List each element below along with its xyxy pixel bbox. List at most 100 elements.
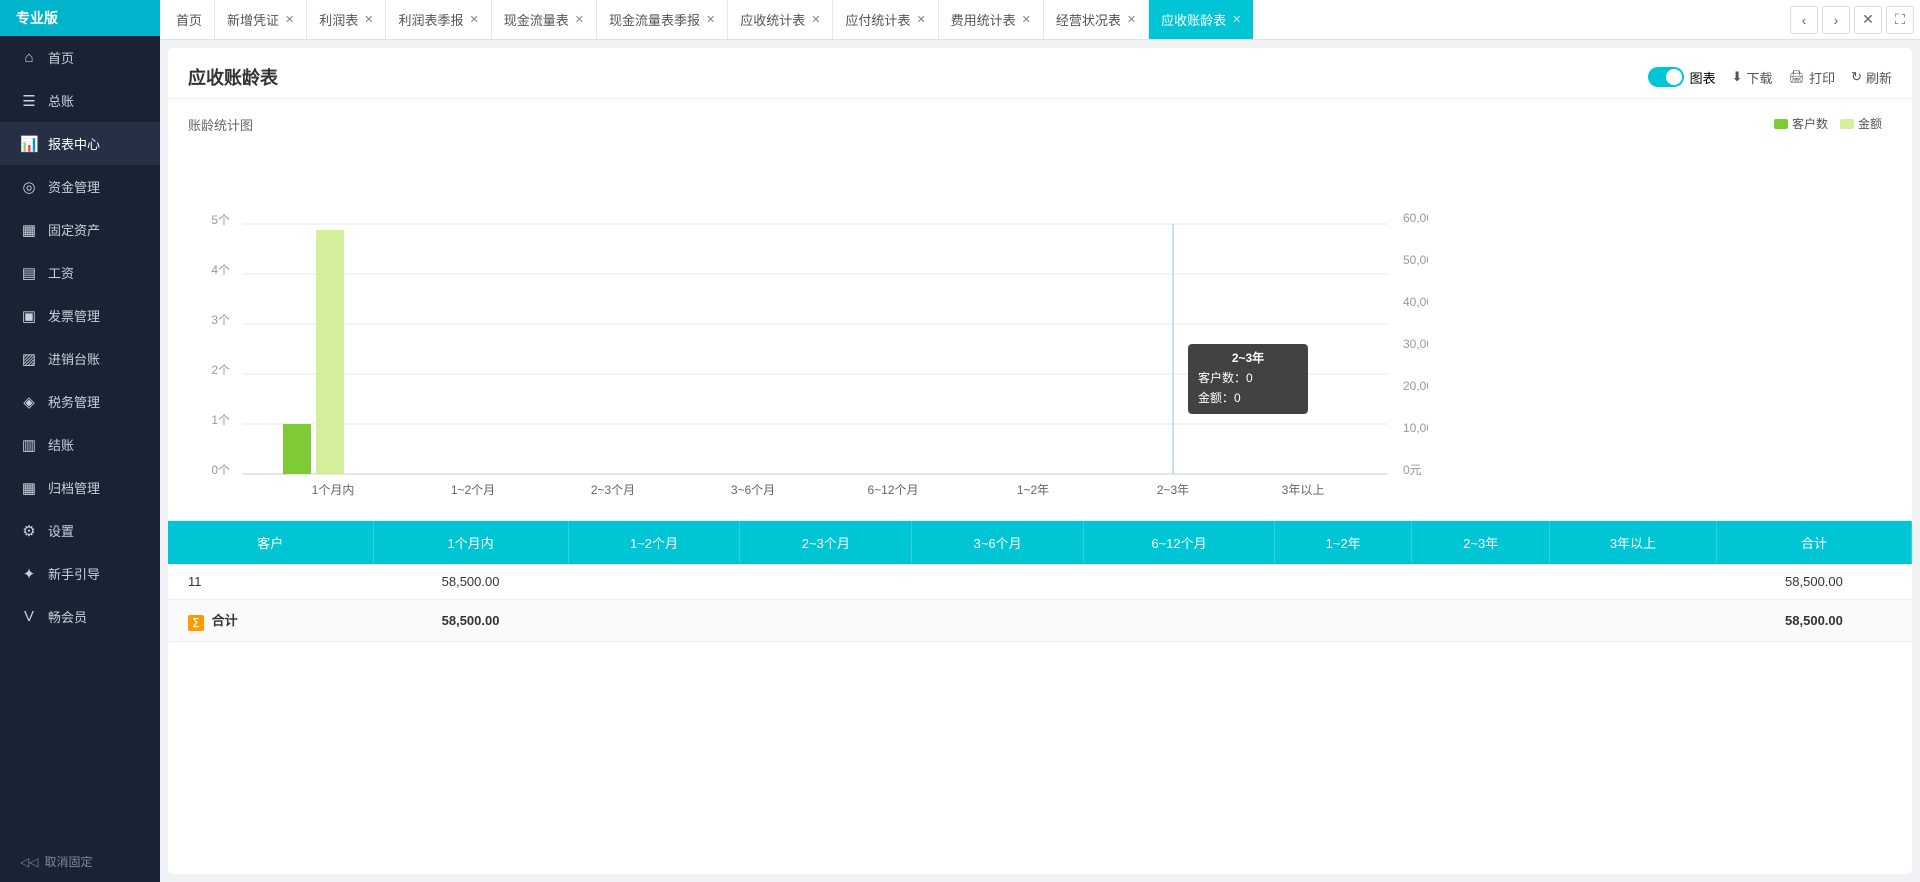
chart-svg: 0个 1个 2个 3个 4个 5个 0元 10,000.00元 20,000.0… [188, 144, 1428, 504]
sidebar-label-tax: 税务管理 [48, 392, 100, 411]
chart-area: 账龄统计图 客户数 金额 0个 1个 2个 3个 4个 [168, 99, 1912, 521]
pin-toggle[interactable]: ◁◁ 取消固定 [0, 841, 160, 882]
chart-title: 账龄统计图 [188, 115, 1892, 134]
tab-voucher[interactable]: 新增凭证 ✕ [215, 0, 307, 40]
home-icon: ⌂ [20, 49, 38, 66]
tab-aging-close[interactable]: ✕ [1232, 13, 1241, 26]
bar-1m-amount [316, 230, 344, 474]
tab-business-status-close[interactable]: ✕ [1127, 13, 1136, 26]
sidebar-label-home: 首页 [48, 48, 74, 67]
settings-icon: ⚙ [20, 522, 38, 540]
tab-close-all-button[interactable]: ✕ [1854, 6, 1882, 34]
tab-next-button[interactable]: › [1822, 6, 1850, 34]
sidebar-item-settle[interactable]: ▥ 结账 [0, 423, 160, 466]
sidebar-item-salary[interactable]: ▤ 工资 [0, 251, 160, 294]
purchase-icon: ▨ [20, 350, 38, 368]
tab-business-status[interactable]: 经营状况表 ✕ [1044, 0, 1149, 40]
tab-voucher-close[interactable]: ✕ [285, 13, 294, 26]
svg-text:1~2个月: 1~2个月 [451, 483, 495, 497]
cell-3yplus [1549, 564, 1716, 600]
svg-text:2~3个月: 2~3个月 [591, 483, 635, 497]
total-icon: ∑ [188, 615, 204, 631]
total-row: ∑ 合计 58,500.00 58,500.00 [168, 600, 1912, 642]
tab-payable-stat-label: 应付统计表 [845, 10, 910, 29]
svg-text:2~3年: 2~3年 [1232, 350, 1264, 365]
tab-payable-stat-close[interactable]: ✕ [916, 13, 925, 26]
tab-expense-stat[interactable]: 费用统计表 ✕ [939, 0, 1044, 40]
tab-expand-button[interactable]: ⛶ [1886, 6, 1914, 34]
cell-1m: 58,500.00 [373, 564, 568, 600]
svg-text:1个月内: 1个月内 [312, 483, 355, 497]
tab-receivable-stat-close[interactable]: ✕ [811, 13, 820, 26]
svg-text:30,000.00元: 30,000.00元 [1403, 337, 1428, 351]
svg-text:6~12个月: 6~12个月 [867, 483, 918, 497]
app-logo: 专业版 [0, 0, 160, 36]
svg-text:2个: 2个 [211, 363, 230, 377]
tab-cashflow-close[interactable]: ✕ [575, 13, 584, 26]
col-total: 合计 [1716, 521, 1911, 564]
sidebar-item-asset[interactable]: ▦ 固定资产 [0, 208, 160, 251]
svg-text:2~3年: 2~3年 [1157, 483, 1189, 497]
tab-payable-stat[interactable]: 应付统计表 ✕ [833, 0, 938, 40]
invoice-icon: ▣ [20, 307, 38, 325]
sidebar-item-home[interactable]: ⌂ 首页 [0, 36, 160, 79]
download-button[interactable]: ⬇ 下载 [1732, 68, 1773, 87]
tax-icon: ◈ [20, 393, 38, 411]
pin-label: 取消固定 [44, 853, 92, 870]
svg-text:4个: 4个 [211, 263, 230, 277]
fund-icon: ◎ [20, 178, 38, 196]
tab-aging[interactable]: 应收账龄表 ✕ [1149, 0, 1253, 40]
report-icon: 📊 [20, 135, 38, 153]
tab-receivable-stat[interactable]: 应收统计表 ✕ [728, 0, 833, 40]
sidebar-label-ledger: 总账 [48, 91, 74, 110]
tab-profit-close[interactable]: ✕ [364, 13, 373, 26]
tab-profit-label: 利润表 [319, 10, 358, 29]
svg-text:3年以上: 3年以上 [1282, 483, 1325, 497]
table-wrapper: 客户 1个月内 1~2个月 2~3个月 3~6个月 6~12个月 1~2年 2~… [168, 521, 1912, 642]
sidebar-item-archive[interactable]: ▦ 归档管理 [0, 466, 160, 509]
svg-text:20,000.00元: 20,000.00元 [1403, 379, 1428, 393]
col-2y: 1~2年 [1274, 521, 1411, 564]
col-customer: 客户 [168, 521, 373, 564]
svg-text:0元: 0元 [1403, 463, 1422, 477]
tab-prev-button[interactable]: ‹ [1790, 6, 1818, 34]
sidebar-item-ledger[interactable]: ☰ 总账 [0, 79, 160, 122]
sidebar-label-archive: 归档管理 [48, 478, 100, 497]
pin-icon: ◁◁ [20, 855, 38, 869]
total-2m [568, 600, 740, 642]
sidebar-item-invoice[interactable]: ▣ 发票管理 [0, 294, 160, 337]
sidebar-label-asset: 固定资产 [48, 220, 100, 239]
tab-profit-quarter[interactable]: 利润表季报 ✕ [386, 0, 491, 40]
refresh-button[interactable]: ↻ 刷新 [1851, 68, 1892, 87]
legend-customer-count: 客户数 [1774, 115, 1828, 132]
tab-profit[interactable]: 利润表 ✕ [307, 0, 386, 40]
sidebar-item-fund[interactable]: ◎ 资金管理 [0, 165, 160, 208]
total-12m [1084, 600, 1275, 642]
sidebar-item-settings[interactable]: ⚙ 设置 [0, 509, 160, 552]
tab-cashflow-quarter-close[interactable]: ✕ [706, 13, 715, 26]
chart-toggle[interactable] [1648, 67, 1684, 87]
tab-home[interactable]: 首页 [164, 0, 215, 40]
asset-icon: ▦ [20, 221, 38, 239]
guide-icon: ✦ [20, 565, 38, 583]
salary-icon: ▤ [20, 264, 38, 282]
col-6m: 3~6个月 [912, 521, 1084, 564]
print-icon: 🖨 [1789, 69, 1806, 85]
sidebar-item-report[interactable]: 📊 报表中心 [0, 122, 160, 165]
sidebar-item-purchase[interactable]: ▨ 进销台账 [0, 337, 160, 380]
legend-customer-dot [1774, 119, 1788, 129]
cell-3m [740, 564, 912, 600]
sidebar-item-member[interactable]: V 畅会员 [0, 595, 160, 638]
print-button[interactable]: 🖨 打印 [1789, 68, 1836, 87]
tab-cashflow[interactable]: 现金流量表 ✕ [492, 0, 597, 40]
tab-profit-quarter-close[interactable]: ✕ [470, 13, 479, 26]
sidebar-item-guide[interactable]: ✦ 新手引导 [0, 552, 160, 595]
sidebar-label-invoice: 发票管理 [48, 306, 100, 325]
svg-text:0个: 0个 [211, 463, 230, 477]
tab-expense-stat-close[interactable]: ✕ [1022, 13, 1031, 26]
chart-toggle-label: 图表 [1690, 68, 1716, 87]
tab-cashflow-quarter[interactable]: 现金流量表季报 ✕ [597, 0, 728, 40]
total-3m [740, 600, 912, 642]
svg-text:1~2年: 1~2年 [1017, 483, 1049, 497]
sidebar-item-tax[interactable]: ◈ 税务管理 [0, 380, 160, 423]
